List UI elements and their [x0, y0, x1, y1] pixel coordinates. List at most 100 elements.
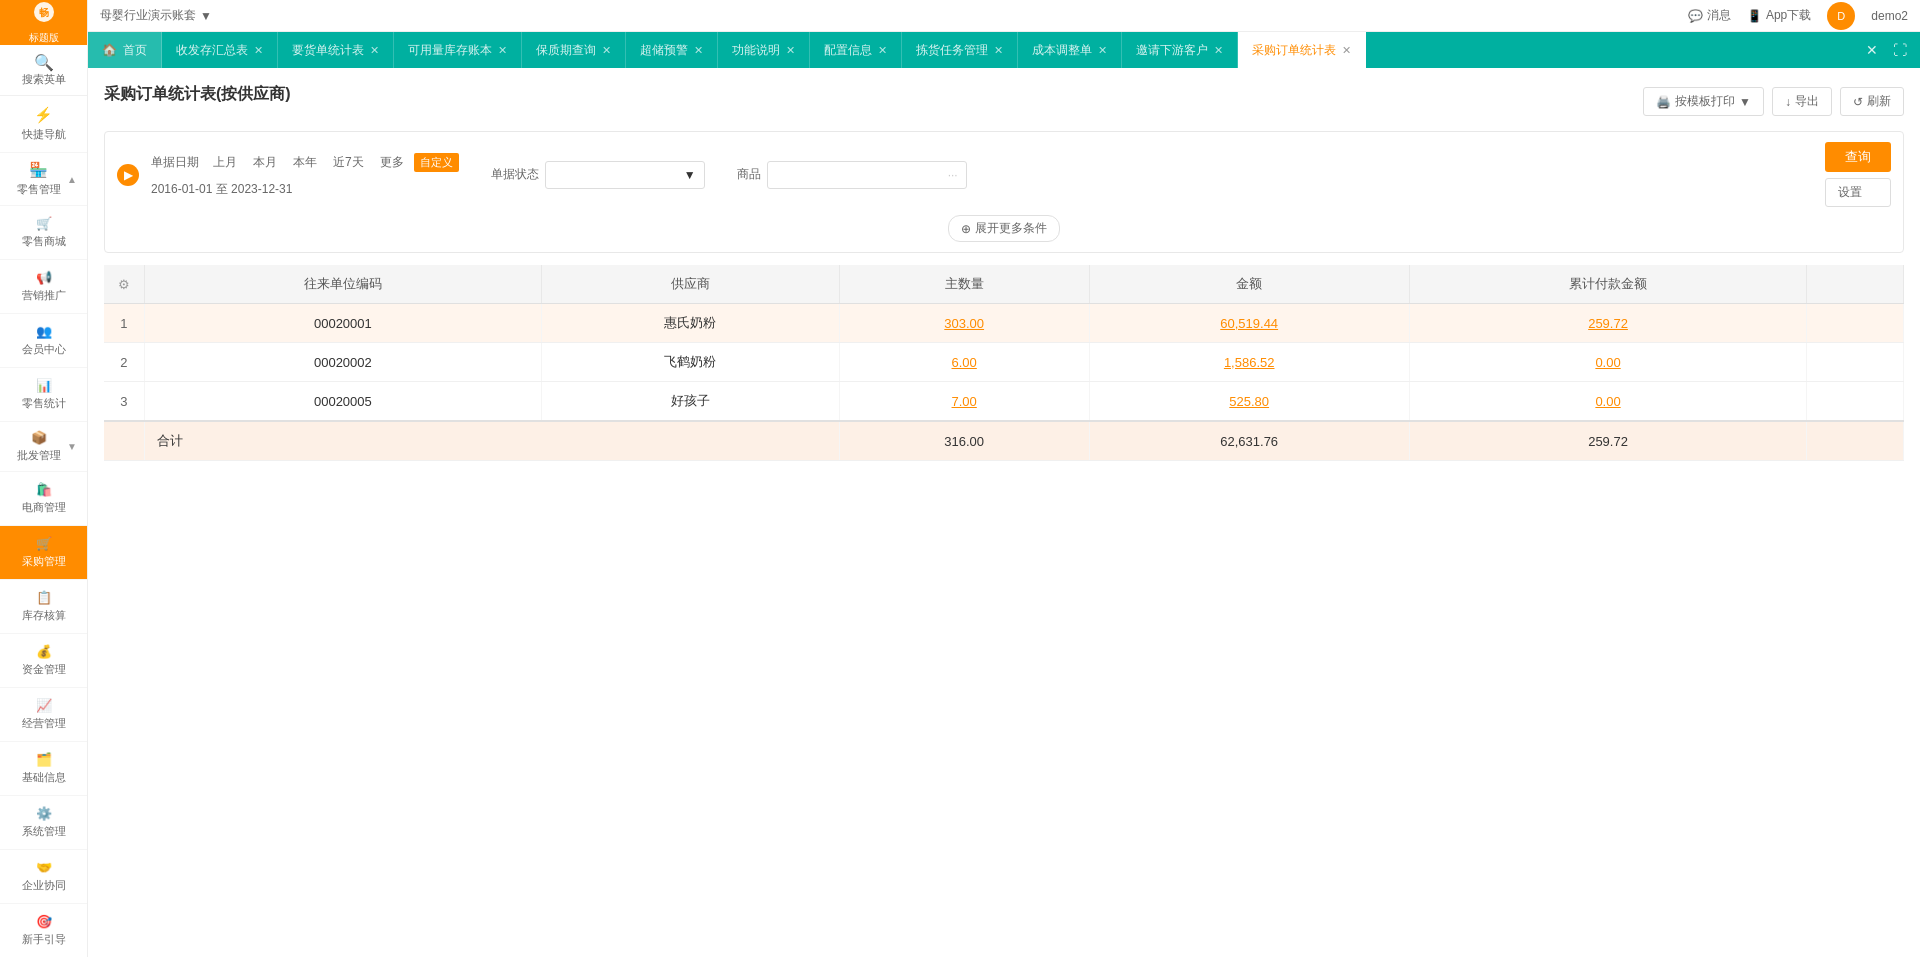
- footer-label: 合计: [144, 421, 839, 461]
- sidebar-item-jingying[interactable]: 📈 经营管理: [0, 688, 87, 742]
- status-filter-group: 单据状态 ▼: [491, 161, 705, 189]
- sidebar-item-label: 系统管理: [22, 824, 66, 839]
- sidebar-item-lingshouguli[interactable]: 🏪 零售管理 ▲: [0, 153, 87, 206]
- tab-baozhi[interactable]: 保质期查询 ✕: [522, 32, 626, 68]
- tab-maximize-btn[interactable]: ⛶: [1888, 38, 1912, 62]
- tab-kucun[interactable]: 可用量库存账本 ✕: [394, 32, 522, 68]
- home-icon: 🏠: [102, 43, 117, 57]
- row-paid: 0.00: [1409, 382, 1807, 422]
- nav-icon: 🛒: [36, 536, 52, 551]
- tab-chengben[interactable]: 成本调整单 ✕: [1018, 32, 1122, 68]
- tab-close-icon[interactable]: ✕: [254, 44, 263, 57]
- status-select[interactable]: ▼: [545, 161, 705, 189]
- sidebar-item-qiye[interactable]: 🤝 企业协同: [0, 850, 87, 904]
- refresh-button[interactable]: ↺ 刷新: [1840, 87, 1904, 116]
- sidebar-item-huiyuan[interactable]: 👥 会员中心: [0, 314, 87, 368]
- svg-text:畅: 畅: [39, 7, 49, 18]
- tab-tuohuo[interactable]: 拣货任务管理 ✕: [902, 32, 1018, 68]
- more-date-btn[interactable]: 更多: [374, 152, 410, 173]
- tab-close-icon[interactable]: ✕: [498, 44, 507, 57]
- tab-label: 邀请下游客户: [1136, 42, 1208, 59]
- sidebar-item-dianshang[interactable]: 🛍️ 电商管理: [0, 472, 87, 526]
- tab-caigou-active[interactable]: 采购订单统计表 ✕: [1238, 32, 1366, 68]
- tab-home[interactable]: 🏠 首页: [88, 32, 162, 68]
- tab-close-icon[interactable]: ✕: [994, 44, 1003, 57]
- tab-label: 要货单统计表: [292, 42, 364, 59]
- nav-icon: ⚡: [34, 106, 53, 124]
- row-empty: [1807, 343, 1904, 382]
- export-button[interactable]: ↓ 导出: [1772, 87, 1832, 116]
- tab-close-icon[interactable]: ✕: [786, 44, 795, 57]
- sidebar-item-label: 零售统计: [22, 396, 66, 411]
- tab-close-icon[interactable]: ✕: [694, 44, 703, 57]
- tab-close-icon[interactable]: ✕: [1342, 44, 1351, 57]
- product-filter-group: 商品 ···: [737, 161, 967, 189]
- expand-filter-btn[interactable]: ⊕ 展开更多条件: [948, 215, 1060, 242]
- last-7-days-btn[interactable]: 近7天: [327, 152, 370, 173]
- tab-yaoqing[interactable]: 邀请下游客户 ✕: [1122, 32, 1238, 68]
- tab-close-icon[interactable]: ✕: [878, 44, 887, 57]
- custom-date-tag[interactable]: 自定义: [414, 153, 459, 172]
- data-table: ⚙ 往来单位编码 供应商 主数量 金额 累计付款金额 1 00020001 惠氏…: [104, 265, 1904, 461]
- sidebar-item-lingshoutj[interactable]: 📊 零售统计: [0, 368, 87, 422]
- sidebar-item-yingxiao[interactable]: 📢 营销推广: [0, 260, 87, 314]
- logo[interactable]: 畅 标题版: [0, 0, 88, 45]
- sidebar-item-label: 快捷导航: [22, 127, 66, 142]
- sidebar-item-zijin[interactable]: 💰 资金管理: [0, 634, 87, 688]
- user-avatar[interactable]: D: [1827, 2, 1855, 30]
- sidebar-item-kuaijiedaohang[interactable]: ⚡ 快捷导航: [0, 96, 87, 153]
- this-month-btn[interactable]: 本月: [247, 152, 283, 173]
- tab-close-icon[interactable]: ✕: [1098, 44, 1107, 57]
- sidebar-item-pifa[interactable]: 📦 批发管理 ▼: [0, 422, 87, 472]
- nav-icon: 🛍️: [36, 482, 52, 497]
- nav-icon: 🏪: [29, 161, 48, 179]
- username-label[interactable]: demo2: [1871, 9, 1908, 23]
- nav-icon: 🛒: [36, 216, 52, 231]
- tab-label: 配置信息: [824, 42, 872, 59]
- filter-toggle-btn[interactable]: ▶: [117, 164, 139, 186]
- gear-icon[interactable]: ⚙: [118, 277, 130, 292]
- app-download-btn[interactable]: 📱 App下载: [1747, 7, 1811, 24]
- expand-icon: ▼: [67, 441, 77, 452]
- product-input[interactable]: ···: [767, 161, 967, 189]
- this-year-btn[interactable]: 本年: [287, 152, 323, 173]
- page-title: 采购订单统计表(按供应商): [104, 84, 291, 105]
- sidebar-item-label: 营销推广: [22, 288, 66, 303]
- message-icon: 💬: [1688, 9, 1703, 23]
- tab-yaohuo[interactable]: 要货单统计表 ✕: [278, 32, 394, 68]
- message-btn[interactable]: 💬 消息: [1688, 7, 1731, 24]
- tab-peizhi[interactable]: 配置信息 ✕: [810, 32, 902, 68]
- search-button[interactable]: 查询: [1825, 142, 1891, 172]
- print-button[interactable]: 🖨️ 按模板打印 ▼: [1643, 87, 1764, 116]
- table-footer-row: 合计 316.00 62,631.76 259.72: [104, 421, 1904, 461]
- row-paid: 0.00: [1409, 343, 1807, 382]
- tab-close-icon[interactable]: ✕: [370, 44, 379, 57]
- sidebar-item-xitong[interactable]: ⚙️ 系统管理: [0, 796, 87, 850]
- account-dropdown[interactable]: 母婴行业演示账套 ▼: [100, 7, 212, 24]
- nav-icon: 📈: [36, 698, 52, 713]
- date-filter-label: 单据日期: [151, 154, 199, 171]
- sidebar-search[interactable]: 🔍 搜索英单: [0, 45, 87, 96]
- row-empty: [1807, 304, 1904, 343]
- sidebar-item-caigou[interactable]: 🛒 采购管理: [0, 526, 87, 580]
- export-icon: ↓: [1785, 95, 1791, 109]
- row-supplier: 好孩子: [542, 382, 839, 422]
- last-month-btn[interactable]: 上月: [207, 152, 243, 173]
- refresh-icon: ↺: [1853, 95, 1863, 109]
- settings-button[interactable]: 设置: [1825, 178, 1891, 207]
- app-label: App下载: [1766, 7, 1811, 24]
- tab-chaocun[interactable]: 超储预警 ✕: [626, 32, 718, 68]
- tab-close-icon[interactable]: ✕: [1214, 44, 1223, 57]
- footer-amount: 62,631.76: [1089, 421, 1409, 461]
- tab-gongneng[interactable]: 功能说明 ✕: [718, 32, 810, 68]
- row-supplier: 惠氏奶粉: [542, 304, 839, 343]
- avatar-initials: D: [1837, 10, 1845, 22]
- tab-close-window-btn[interactable]: ✕: [1860, 38, 1884, 62]
- sidebar-item-xinshou[interactable]: 🎯 新手引导: [0, 904, 87, 957]
- sidebar-item-jichu[interactable]: 🗂️ 基础信息: [0, 742, 87, 796]
- sidebar-item-shangcheng[interactable]: 🛒 零售商城: [0, 206, 87, 260]
- sidebar-item-kucun[interactable]: 📋 库存核算: [0, 580, 87, 634]
- tab-shoufapay[interactable]: 收发存汇总表 ✕: [162, 32, 278, 68]
- tab-close-icon[interactable]: ✕: [602, 44, 611, 57]
- product-label: 商品: [737, 166, 761, 183]
